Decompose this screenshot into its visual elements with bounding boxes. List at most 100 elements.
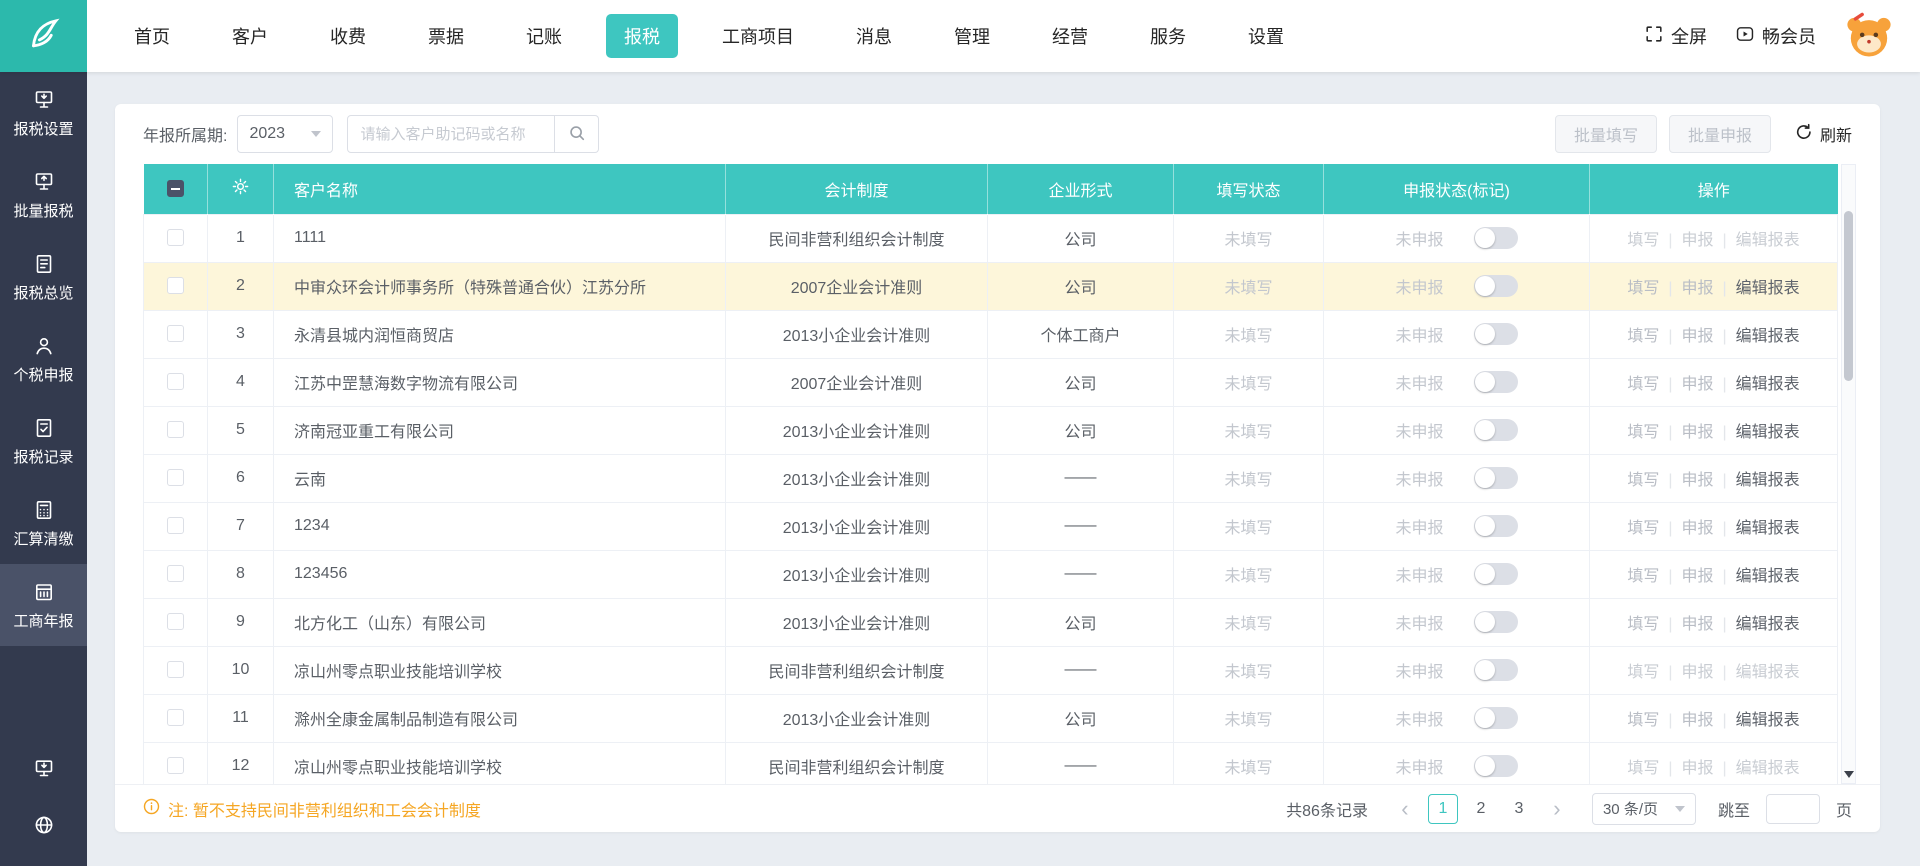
declare-mark-toggle[interactable] <box>1473 515 1518 537</box>
edit-report-action[interactable]: 编辑报表 <box>1736 328 1800 345</box>
declare-mark-toggle[interactable] <box>1473 371 1518 393</box>
nav-item-bookkeeping[interactable]: 记账 <box>508 14 580 58</box>
prev-page-button[interactable]: ‹ <box>1390 794 1420 824</box>
page-size-select[interactable]: 30 条/页 <box>1591 792 1696 825</box>
batch-declare-button[interactable]: 批量申报 <box>1668 115 1771 153</box>
declare-action[interactable]: 申报 <box>1681 616 1713 633</box>
fill-action[interactable]: 填写 <box>1627 280 1659 297</box>
fill-action[interactable]: 填写 <box>1627 328 1659 345</box>
customer-search-input[interactable] <box>347 115 556 153</box>
declare-action[interactable]: 申报 <box>1681 424 1713 441</box>
scroll-down-button[interactable] <box>1842 771 1855 778</box>
declare-mark-toggle[interactable] <box>1473 563 1518 585</box>
row-checkbox[interactable] <box>167 757 184 775</box>
edit-report-action[interactable]: 编辑报表 <box>1736 472 1800 489</box>
fullscreen-button[interactable]: 全屏 <box>1644 23 1707 49</box>
row-checkbox[interactable] <box>167 229 184 247</box>
edit-report-action[interactable]: 编辑报表 <box>1736 280 1800 297</box>
app-logo[interactable] <box>0 0 87 72</box>
sidebar-item-tax-overview[interactable]: 报税总览 <box>0 236 87 318</box>
edit-report-action[interactable]: 编辑报表 <box>1736 664 1800 681</box>
declare-action[interactable]: 申报 <box>1681 472 1713 489</box>
edit-report-action[interactable]: 编辑报表 <box>1736 712 1800 729</box>
search-button[interactable] <box>555 115 600 153</box>
declare-mark-toggle[interactable] <box>1473 659 1518 681</box>
row-checkbox[interactable] <box>167 517 184 535</box>
fill-action[interactable]: 填写 <box>1627 760 1659 777</box>
edit-report-action[interactable]: 编辑报表 <box>1736 424 1800 441</box>
nav-item-services[interactable]: 服务 <box>1132 14 1204 58</box>
fill-action[interactable]: 填写 <box>1627 664 1659 681</box>
fill-action[interactable]: 填写 <box>1627 232 1659 249</box>
declare-action[interactable]: 申报 <box>1681 664 1713 681</box>
mascot-avatar[interactable] <box>1844 11 1894 61</box>
page-number-1[interactable]: 1 <box>1427 793 1458 824</box>
sidebar-item-final-settlement[interactable]: 汇算清缴 <box>0 482 87 564</box>
declare-mark-toggle[interactable] <box>1473 755 1518 777</box>
nav-item-customers[interactable]: 客户 <box>214 14 286 58</box>
nav-item-management[interactable]: 管理 <box>936 14 1008 58</box>
nav-item-invoices[interactable]: 票据 <box>410 14 482 58</box>
nav-item-home[interactable]: 首页 <box>116 14 188 58</box>
declare-mark-toggle[interactable] <box>1473 275 1518 297</box>
refresh-button[interactable]: 刷新 <box>1795 122 1852 146</box>
row-checkbox[interactable] <box>167 565 184 583</box>
declare-mark-toggle[interactable] <box>1473 707 1518 729</box>
sidebar-item-tax-settings[interactable]: 报税设置 <box>0 72 87 154</box>
row-checkbox[interactable] <box>167 277 184 295</box>
fill-action[interactable]: 填写 <box>1627 520 1659 537</box>
declare-action[interactable]: 申报 <box>1681 520 1713 537</box>
nav-item-fees[interactable]: 收费 <box>312 14 384 58</box>
vertical-scrollbar[interactable] <box>1841 164 1856 784</box>
batch-fill-button[interactable]: 批量填写 <box>1554 115 1657 153</box>
declare-mark-toggle[interactable] <box>1473 323 1518 345</box>
page-number-3[interactable]: 3 <box>1504 794 1534 824</box>
declare-mark-toggle[interactable] <box>1473 227 1518 249</box>
row-checkbox[interactable] <box>167 709 184 727</box>
sidebar-item-batch-tax[interactable]: 批量报税 <box>0 154 87 236</box>
fill-action[interactable]: 填写 <box>1627 376 1659 393</box>
edit-report-action[interactable]: 编辑报表 <box>1736 616 1800 633</box>
edit-report-action[interactable]: 编辑报表 <box>1736 760 1800 777</box>
gear-icon[interactable] <box>231 178 250 200</box>
fill-action[interactable]: 填写 <box>1627 424 1659 441</box>
sidebar-item-globe[interactable] <box>0 802 87 848</box>
nav-item-tax[interactable]: 报税 <box>606 14 678 58</box>
nav-item-settings[interactable]: 设置 <box>1230 14 1302 58</box>
declare-action[interactable]: 申报 <box>1681 376 1713 393</box>
declare-mark-toggle[interactable] <box>1473 419 1518 441</box>
row-checkbox[interactable] <box>167 421 184 439</box>
declare-mark-toggle[interactable] <box>1473 467 1518 489</box>
sidebar-item-personal-tax[interactable]: 个税申报 <box>0 318 87 400</box>
member-button[interactable]: 畅会员 <box>1735 23 1816 49</box>
row-checkbox[interactable] <box>167 613 184 631</box>
row-checkbox[interactable] <box>167 661 184 679</box>
row-checkbox[interactable] <box>167 469 184 487</box>
fill-action[interactable]: 填写 <box>1627 472 1659 489</box>
edit-report-action[interactable]: 编辑报表 <box>1736 376 1800 393</box>
edit-report-action[interactable]: 编辑报表 <box>1736 232 1800 249</box>
edit-report-action[interactable]: 编辑报表 <box>1736 520 1800 537</box>
fill-action[interactable]: 填写 <box>1627 616 1659 633</box>
nav-item-messages[interactable]: 消息 <box>838 14 910 58</box>
fill-action[interactable]: 填写 <box>1627 712 1659 729</box>
declare-action[interactable]: 申报 <box>1681 280 1713 297</box>
sidebar-item-client-download[interactable] <box>0 746 87 792</box>
year-select[interactable]: 2023 <box>237 115 334 153</box>
jump-page-input[interactable] <box>1765 793 1820 824</box>
next-page-button[interactable]: › <box>1542 794 1572 824</box>
fill-action[interactable]: 填写 <box>1627 568 1659 585</box>
declare-mark-toggle[interactable] <box>1473 611 1518 633</box>
select-all-checkbox[interactable] <box>166 180 184 198</box>
nav-item-business-projects[interactable]: 工商项目 <box>704 14 812 58</box>
sidebar-item-tax-records[interactable]: 报税记录 <box>0 400 87 482</box>
sidebar-item-annual-report[interactable]: 工商年报 <box>0 564 87 646</box>
row-checkbox[interactable] <box>167 325 184 343</box>
declare-action[interactable]: 申报 <box>1681 328 1713 345</box>
scrollbar-thumb[interactable] <box>1844 211 1853 381</box>
row-checkbox[interactable] <box>167 373 184 391</box>
page-number-2[interactable]: 2 <box>1466 794 1496 824</box>
nav-item-operations[interactable]: 经营 <box>1034 14 1106 58</box>
edit-report-action[interactable]: 编辑报表 <box>1736 568 1800 585</box>
declare-action[interactable]: 申报 <box>1681 760 1713 777</box>
